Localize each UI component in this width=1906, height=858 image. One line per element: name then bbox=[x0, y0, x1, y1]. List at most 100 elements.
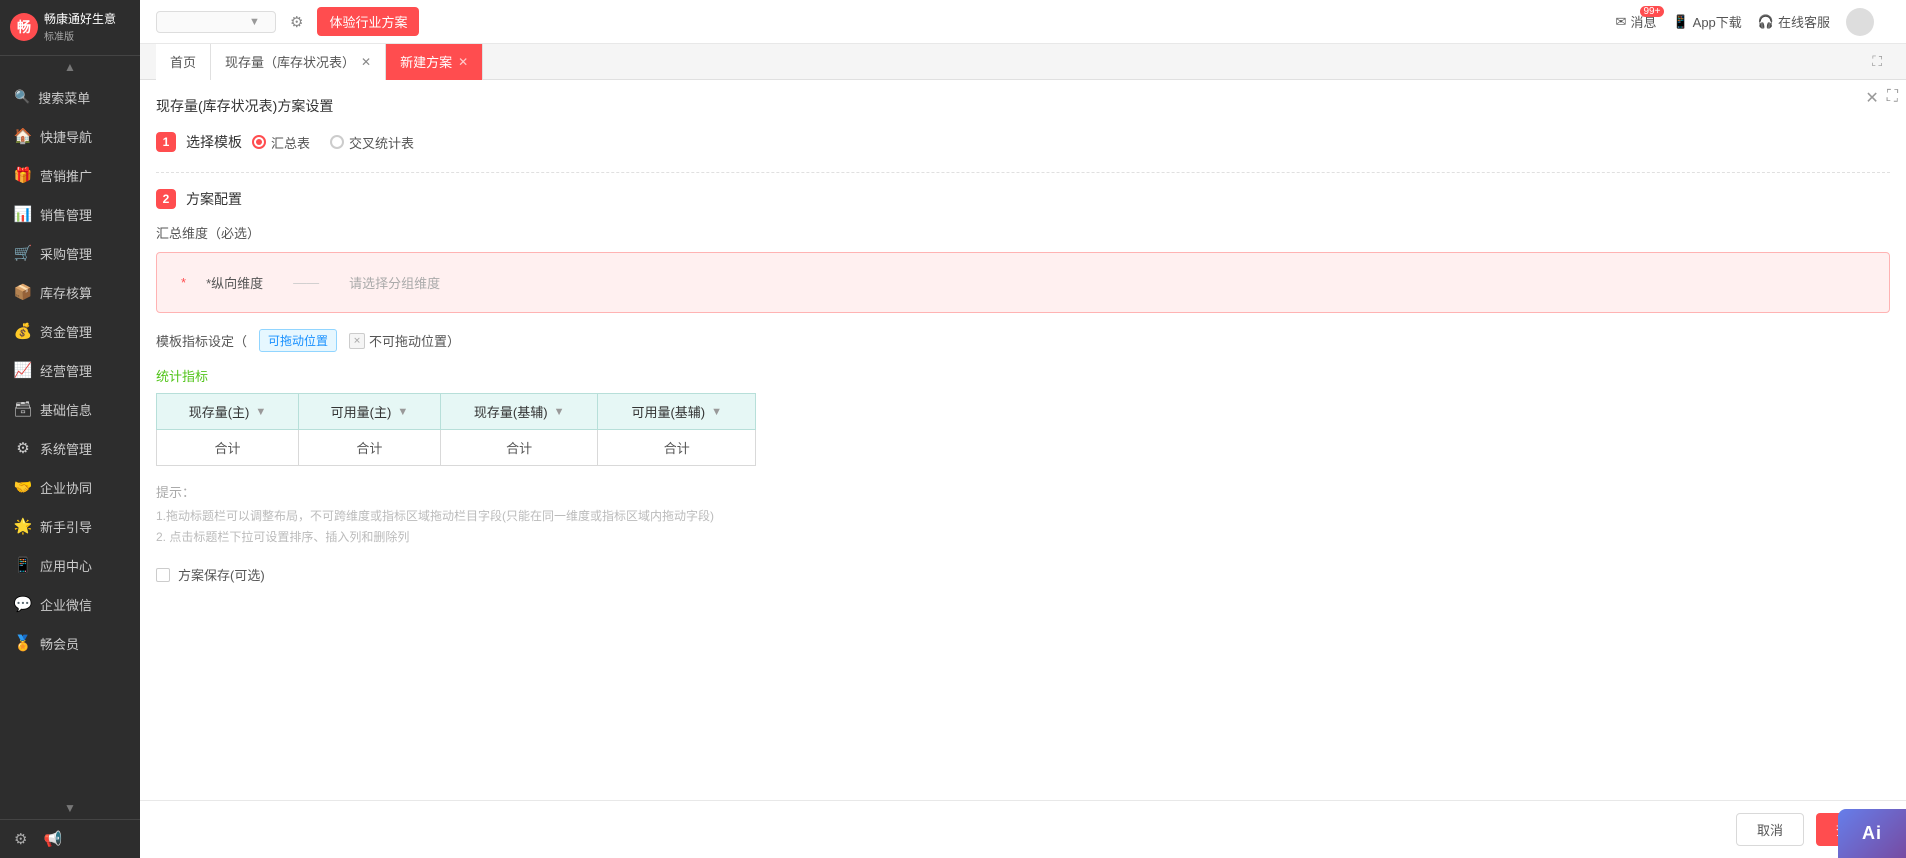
sidebar-item-finance[interactable]: 💰 资金管理 bbox=[0, 312, 140, 351]
col-header-2[interactable]: 现存量(基辅) ▼ bbox=[440, 394, 598, 430]
topbar-search-box[interactable]: ▼ bbox=[156, 11, 276, 33]
col-header-0[interactable]: 现存量(主) ▼ bbox=[157, 394, 299, 430]
sidebar-item-corp[interactable]: 🤝 企业协同 bbox=[0, 468, 140, 507]
member-icon: 🏅 bbox=[14, 634, 32, 652]
tips-section: 提示： 1.拖动标题栏可以调整布局，不可跨维度或指标区域拖动栏目字段(只能在同一… bbox=[156, 482, 1890, 545]
app-badge: 标准版 bbox=[44, 28, 116, 43]
radio-summary-circle bbox=[252, 135, 266, 149]
topbar-right: ✉ 消息 99+ 📱 App下载 🎧 在线客服 bbox=[1616, 8, 1890, 36]
quicknav-icon: 🏠 bbox=[14, 127, 32, 145]
step2-title: 方案配置 bbox=[186, 189, 242, 209]
sidebar-nav: 🔍 搜索菜单 🏠 快捷导航 🎁 营销推广 📊 销售管理 🛒 采购管理 📦 库存核… bbox=[0, 78, 140, 797]
sidebar-item-operations[interactable]: 📈 经营管理 bbox=[0, 351, 140, 390]
search-dropdown-icon[interactable]: ▼ bbox=[249, 16, 260, 28]
sidebar-bottom: ⚙ 📢 bbox=[0, 819, 140, 858]
tips-title: 提示： bbox=[156, 482, 1890, 501]
sidebar-item-sales[interactable]: 📊 销售管理 bbox=[0, 195, 140, 234]
sidebar-item-inventory[interactable]: 📦 库存核算 bbox=[0, 273, 140, 312]
col-dropdown-0[interactable]: ▼ bbox=[255, 406, 266, 418]
tab-home[interactable]: 首页 bbox=[156, 44, 211, 80]
cell-0-0: 合计 bbox=[157, 430, 299, 466]
sidebar-item-purchase[interactable]: 🛒 采购管理 bbox=[0, 234, 140, 273]
sidebar-item-quicknav[interactable]: 🏠 快捷导航 bbox=[0, 117, 140, 156]
cell-0-2: 合计 bbox=[440, 430, 598, 466]
no-drag-badge: 不可拖动位置） bbox=[349, 331, 460, 350]
tab-close-inventory[interactable]: ✕ bbox=[361, 55, 371, 69]
col-header-3[interactable]: 可用量(基辅) ▼ bbox=[598, 394, 756, 430]
sidebar-item-basicinfo[interactable]: 🗃 基础信息 bbox=[0, 390, 140, 429]
sidebar-item-label: 快捷导航 bbox=[40, 127, 92, 146]
col-header-1[interactable]: 可用量(主) ▼ bbox=[298, 394, 440, 430]
system-icon: ⚙ bbox=[14, 439, 32, 457]
step2-section: 2 方案配置 汇总维度（必选） * *纵向维度 —— 请选择分组维度 模板指标设… bbox=[156, 189, 1890, 545]
col-dropdown-3[interactable]: ▼ bbox=[711, 406, 722, 418]
step2-number: 2 bbox=[156, 189, 176, 209]
sidebar-item-guide[interactable]: 🌟 新手引导 bbox=[0, 507, 140, 546]
sidebar-scroll-down[interactable]: ▼ bbox=[0, 797, 140, 819]
sidebar-item-label: 畅会员 bbox=[40, 634, 79, 653]
cell-0-1: 合计 bbox=[298, 430, 440, 466]
settings-icon[interactable]: ⚙ bbox=[14, 830, 27, 848]
col-dropdown-1[interactable]: ▼ bbox=[397, 406, 408, 418]
no-drag-label: 不可拖动位置） bbox=[369, 331, 460, 350]
tab-new-plan[interactable]: 新建方案 ✕ bbox=[386, 44, 483, 80]
sidebar: 畅 畅康通好生意 标准版 ▲ 🔍 搜索菜单 🏠 快捷导航 🎁 营销推广 📊 销售… bbox=[0, 0, 140, 858]
step1-header: 1 选择模板 汇总表 交叉统计表 bbox=[156, 132, 1890, 152]
radio-summary[interactable]: 汇总表 bbox=[252, 133, 310, 152]
content-area: ✕ ⛶ 现存量(库存状况表)方案设置 1 选择模板 汇总表 交叉统计表 bbox=[140, 80, 1906, 858]
sidebar-item-label: 系统管理 bbox=[40, 439, 92, 458]
no-drag-icon bbox=[349, 333, 365, 349]
sidebar-item-marketing[interactable]: 🎁 营销推广 bbox=[0, 156, 140, 195]
sidebar-item-label: 新手引导 bbox=[40, 517, 92, 536]
template-options: 汇总表 交叉统计表 bbox=[252, 133, 414, 152]
sidebar-item-label: 库存核算 bbox=[40, 283, 92, 302]
sidebar-item-label: 企业协同 bbox=[40, 478, 92, 497]
dimension-placeholder[interactable]: 请选择分组维度 bbox=[349, 273, 440, 292]
messages-button[interactable]: ✉ 消息 99+ bbox=[1616, 12, 1657, 31]
tip-2: 2. 点击标题栏下拉可设置排序、插入列和删除列 bbox=[156, 528, 1890, 545]
footer-bar: 取消 查询 bbox=[140, 800, 1906, 858]
app-icon: 📱 bbox=[1672, 14, 1688, 30]
search-input[interactable] bbox=[165, 15, 245, 29]
stats-label: 统计指标 bbox=[156, 366, 1890, 385]
radio-cross-circle bbox=[330, 135, 344, 149]
save-checkbox[interactable] bbox=[156, 568, 170, 582]
sidebar-item-appstore[interactable]: 📱 应用中心 bbox=[0, 546, 140, 585]
search-icon: 🔍 bbox=[14, 89, 30, 105]
trial-button[interactable]: 体验行业方案 bbox=[317, 7, 419, 36]
sidebar-item-label: 采购管理 bbox=[40, 244, 92, 263]
corp-icon: 🤝 bbox=[14, 478, 32, 496]
radio-cross[interactable]: 交叉统计表 bbox=[330, 133, 414, 152]
expand-button[interactable]: ⛶ bbox=[1887, 88, 1898, 108]
sidebar-item-label: 销售管理 bbox=[40, 205, 92, 224]
user-avatar[interactable] bbox=[1846, 8, 1874, 36]
headset-icon: 🎧 bbox=[1758, 14, 1774, 30]
sidebar-item-label: 资金管理 bbox=[40, 322, 92, 341]
operations-icon: 📈 bbox=[14, 361, 32, 379]
cell-0-3: 合计 bbox=[598, 430, 756, 466]
speaker-icon[interactable]: 📢 bbox=[43, 830, 62, 848]
save-option-label: 方案保存(可选) bbox=[178, 565, 265, 584]
main-area: ▼ ⚙ 体验行业方案 ✉ 消息 99+ 📱 App下载 🎧 在线客服 首页 bbox=[140, 0, 1906, 858]
sidebar-item-wechat[interactable]: 💬 企业微信 bbox=[0, 585, 140, 624]
logo-icon: 畅 bbox=[10, 13, 38, 41]
tab-maximize-icon[interactable]: ⛶ bbox=[1864, 53, 1890, 70]
ai-badge[interactable]: Ai bbox=[1838, 809, 1906, 858]
sidebar-scroll-up[interactable]: ▲ bbox=[0, 56, 140, 78]
guide-icon: 🌟 bbox=[14, 517, 32, 535]
sidebar-item-system[interactable]: ⚙ 系统管理 bbox=[0, 429, 140, 468]
close-button[interactable]: ✕ bbox=[1865, 88, 1878, 108]
online-service-button[interactable]: 🎧 在线客服 bbox=[1758, 12, 1830, 31]
gear-icon[interactable]: ⚙ bbox=[290, 13, 303, 31]
sidebar-item-search[interactable]: 🔍 搜索菜单 bbox=[0, 78, 140, 117]
sidebar-logo: 畅 畅康通好生意 标准版 bbox=[0, 0, 140, 56]
purchase-icon: 🛒 bbox=[14, 244, 32, 262]
sidebar-item-member[interactable]: 🏅 畅会员 bbox=[0, 624, 140, 663]
app-download-button[interactable]: 📱 App下载 bbox=[1672, 12, 1741, 31]
col-dropdown-2[interactable]: ▼ bbox=[554, 406, 565, 418]
tab-close-newplan[interactable]: ✕ bbox=[458, 55, 468, 69]
vertical-dimension-label: *纵向维度 bbox=[206, 273, 263, 292]
cancel-button[interactable]: 取消 bbox=[1736, 813, 1804, 846]
tab-inventory-status[interactable]: 现存量（库存状况表） ✕ bbox=[211, 44, 386, 80]
save-option: 方案保存(可选) bbox=[156, 565, 1890, 584]
